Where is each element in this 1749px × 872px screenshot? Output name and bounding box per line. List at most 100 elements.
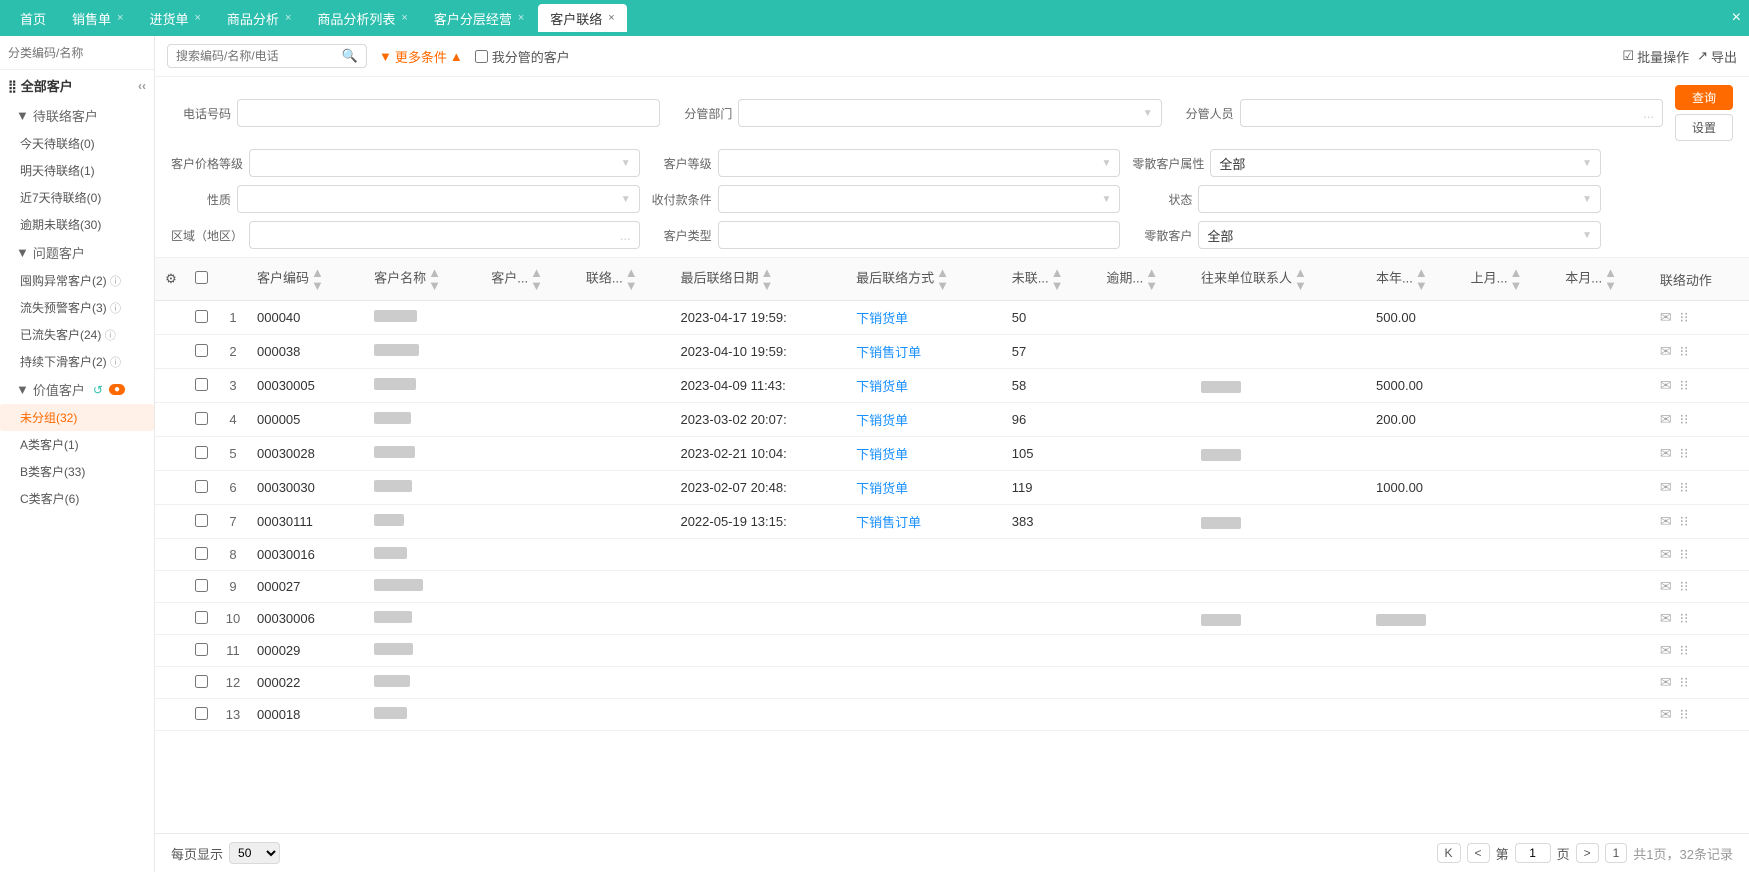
sidebar-group-value[interactable]: ▼ 价值客户 ↺ ● <box>0 375 154 404</box>
price-level-select[interactable]: ▼ <box>249 149 640 177</box>
contact-icon[interactable]: ✉ <box>1660 411 1672 428</box>
sidebar-item-type-a[interactable]: A类客户(1) <box>0 431 154 458</box>
last-method-link[interactable]: 下销货单 <box>856 481 908 496</box>
close-purchase-tab[interactable]: × <box>194 12 200 24</box>
row-check[interactable] <box>187 603 215 635</box>
row-last-method[interactable]: 下销售订单 <box>850 505 1006 539</box>
dept-select[interactable]: ▼ <box>738 99 1161 127</box>
contact-icon[interactable]: ✉ <box>1660 706 1672 723</box>
more-icon[interactable]: ⁝⁝ <box>1680 377 1689 394</box>
row-check[interactable] <box>187 667 215 699</box>
more-icon[interactable]: ⁝⁝ <box>1680 513 1689 530</box>
row-last-method[interactable]: 下销货单 <box>850 301 1006 335</box>
my-customers-checkbox[interactable] <box>475 50 488 63</box>
close-customer-contact-tab[interactable]: × <box>608 12 614 24</box>
row-check[interactable] <box>187 301 215 335</box>
row-check[interactable] <box>187 699 215 731</box>
page-number-input[interactable] <box>1515 843 1551 863</box>
nature-select[interactable]: ▼ <box>237 185 640 213</box>
more-icon[interactable]: ⁝⁝ <box>1680 546 1689 563</box>
contact-icon[interactable]: ✉ <box>1660 479 1672 496</box>
prev-page-btn[interactable]: < <box>1467 843 1490 863</box>
last-method-link[interactable]: 下销货单 <box>856 447 908 462</box>
sidebar-item-churn-warning[interactable]: 流失预警客户(3) ⓘ <box>0 294 154 321</box>
contact-icon[interactable]: ✉ <box>1660 674 1672 691</box>
contact-icon[interactable]: ✉ <box>1660 445 1672 462</box>
col-name[interactable]: 客户名称▲▼ <box>368 258 485 301</box>
col-contact[interactable]: 联络...▲▼ <box>580 258 675 301</box>
col-last-method[interactable]: 最后联络方式▲▼ <box>850 258 1006 301</box>
contact-icon[interactable]: ✉ <box>1660 578 1672 595</box>
row-check[interactable] <box>187 437 215 471</box>
last-page-btn[interactable]: 1 <box>1605 843 1628 863</box>
close-customer-segment-tab[interactable]: × <box>518 12 524 24</box>
row-last-method[interactable]: 下销货单 <box>850 369 1006 403</box>
cust-level-select[interactable]: ▼ <box>718 149 1121 177</box>
sidebar-item-tomorrow[interactable]: 明天待联络(1) <box>0 157 154 184</box>
refresh-icon[interactable]: ↺ <box>93 383 103 397</box>
close-sales-tab[interactable]: × <box>117 12 123 24</box>
more-icon[interactable]: ⁝⁝ <box>1680 411 1689 428</box>
row-check[interactable] <box>187 505 215 539</box>
col-settings[interactable]: ⚙ <box>155 258 187 301</box>
contact-icon[interactable]: ✉ <box>1660 377 1672 394</box>
more-icon[interactable]: ⁝⁝ <box>1680 309 1689 326</box>
first-page-btn[interactable]: K <box>1437 843 1461 863</box>
col-this-month[interactable]: 本月...▲▼ <box>1559 258 1654 301</box>
col-code[interactable]: 客户编码▲▼ <box>251 258 368 301</box>
phone-input[interactable] <box>237 99 660 127</box>
sidebar-item-type-c[interactable]: C类客户(6) <box>0 485 154 512</box>
contact-icon[interactable]: ✉ <box>1660 309 1672 326</box>
more-icon[interactable]: ⁝⁝ <box>1680 445 1689 462</box>
sidebar-item-type-b[interactable]: B类客户(33) <box>0 458 154 485</box>
row-check[interactable] <box>187 403 215 437</box>
col-last-month[interactable]: 上月...▲▼ <box>1465 258 1560 301</box>
row-check[interactable] <box>187 539 215 571</box>
sidebar-search-input[interactable] <box>8 46 155 60</box>
select-all-checkbox[interactable] <box>195 271 208 284</box>
row-last-method[interactable]: 下销货单 <box>850 437 1006 471</box>
tab-sales[interactable]: 销售单 × <box>60 4 135 32</box>
row-last-method[interactable]: 下销售订单 <box>850 335 1006 369</box>
more-icon[interactable]: ⁝⁝ <box>1680 578 1689 595</box>
cust-type-input[interactable] <box>718 221 1121 249</box>
person-select[interactable]: ... <box>1240 99 1663 127</box>
tab-product-analysis[interactable]: 商品分析 × <box>215 4 303 32</box>
last-method-link[interactable]: 下销货单 <box>856 413 908 428</box>
sidebar-item-ungrouped[interactable]: 未分组(32) <box>0 404 154 431</box>
col-type[interactable]: 客户...▲▼ <box>485 258 580 301</box>
row-last-method[interactable]: 下销货单 <box>850 471 1006 505</box>
tab-home[interactable]: 首页 <box>8 9 58 28</box>
contact-icon[interactable]: ✉ <box>1660 546 1672 563</box>
all-customers-header[interactable]: ⣿ 全部客户 ‹‹ <box>0 70 154 101</box>
row-check[interactable] <box>187 369 215 403</box>
next-page-btn[interactable]: > <box>1576 843 1599 863</box>
payment-select[interactable]: ▼ <box>718 185 1121 213</box>
more-icon[interactable]: ⁝⁝ <box>1680 479 1689 496</box>
row-check[interactable] <box>187 471 215 505</box>
tab-customer-contact[interactable]: 客户联络 × <box>538 4 626 32</box>
close-product-analysis-list-tab[interactable]: × <box>401 12 407 24</box>
region-select[interactable]: ... <box>249 221 640 249</box>
col-unit-contact[interactable]: 往来单位联系人▲▼ <box>1195 258 1370 301</box>
page-size-select[interactable]: 20 50 100 200 <box>229 842 280 864</box>
tab-customer-segment[interactable]: 客户分层经营 × <box>422 4 536 32</box>
sidebar-item-declining[interactable]: 持续下滑客户(2) ⓘ <box>0 348 154 375</box>
sidebar-group-pending[interactable]: ▼ 待联络客户 <box>0 101 154 130</box>
my-customers-filter[interactable]: 我分管的客户 <box>475 47 570 66</box>
sidebar-item-lost[interactable]: 已流失客户(24) ⓘ <box>0 321 154 348</box>
more-icon[interactable]: ⁝⁝ <box>1680 610 1689 627</box>
query-button[interactable]: 查询 <box>1675 85 1733 110</box>
sidebar-item-overdue[interactable]: 逾期未联络(30) <box>0 211 154 238</box>
status-select[interactable]: ▼ <box>1198 185 1601 213</box>
last-method-link[interactable]: 下销售订单 <box>856 515 921 530</box>
sidebar-group-problem[interactable]: ▼ 问题客户 <box>0 238 154 267</box>
row-check[interactable] <box>187 335 215 369</box>
col-not-contacted[interactable]: 未联...▲▼ <box>1006 258 1101 301</box>
export-btn[interactable]: ↗ 导出 <box>1697 47 1737 66</box>
col-this-year[interactable]: 本年...▲▼ <box>1370 258 1465 301</box>
more-icon[interactable]: ⁝⁝ <box>1680 674 1689 691</box>
col-overdue[interactable]: 逾期...▲▼ <box>1100 258 1195 301</box>
row-check[interactable] <box>187 635 215 667</box>
retail-cust-select[interactable]: 全部 ▼ <box>1198 221 1601 249</box>
